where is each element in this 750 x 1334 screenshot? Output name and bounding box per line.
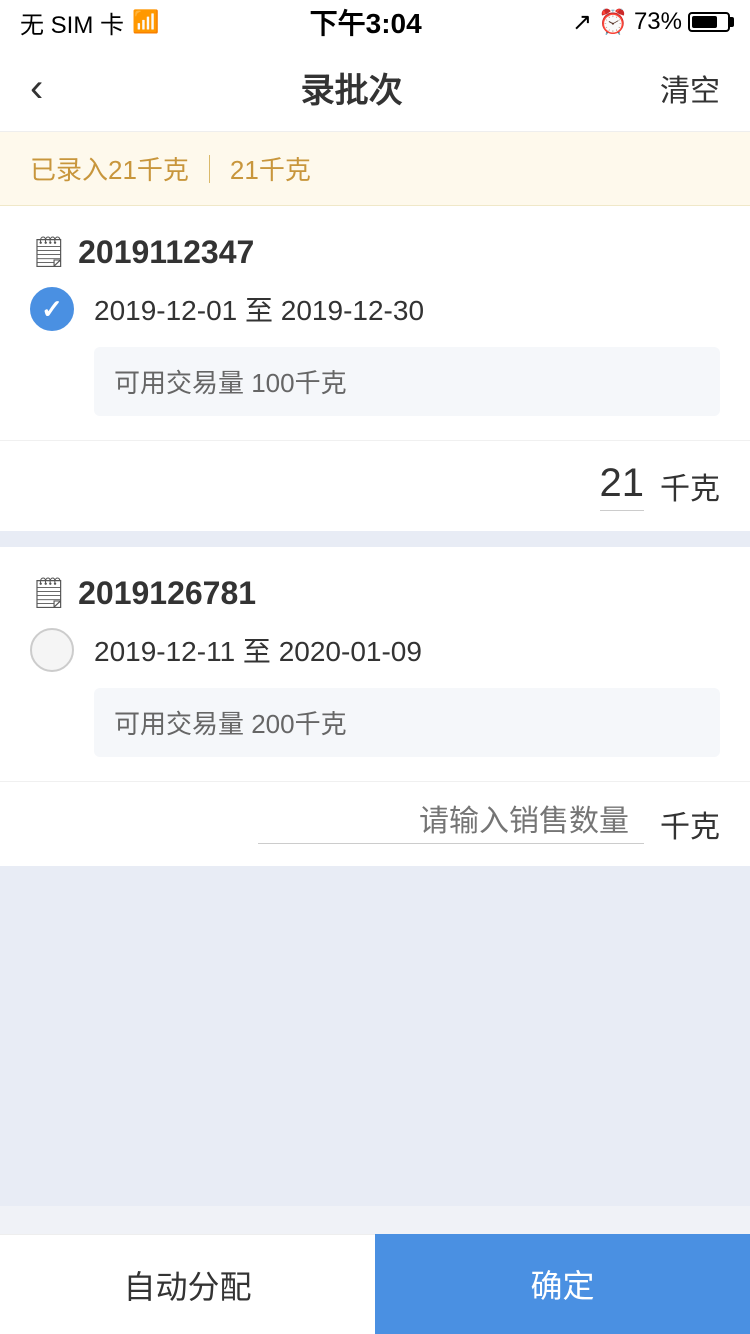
batch-icon-1: 🗒 [30,235,68,270]
batch-id-2: 2019126781 [78,575,256,612]
batch-id-row-1: 🗒 2019112347 [30,234,720,271]
info-banner: 已录入21千克 21千克 [0,132,750,206]
batch-quota-2: 可用交易量 200千克 [114,709,347,739]
amount-unit-1: 千克 [660,464,720,508]
location-icon: ↗ [572,8,592,37]
info-divider [209,155,210,183]
amount-value-1: 21 [600,461,645,505]
sim-label: 无 SIM 卡 [20,5,124,40]
batch-card-2-inner: 🗒 2019126781 2019-12-11 至 2020-01-09 可用交… [0,547,750,781]
status-right: ↗ ⏰ 73% [572,8,730,37]
batch-date-2: 2019-12-11 至 2020-01-09 [94,630,422,670]
radio-2[interactable] [30,628,74,672]
nav-bar: ‹ 录批次 清空 [0,44,750,132]
info-value: 21千克 [230,150,311,187]
batch-card-1: 🗒 2019112347 ✓ 2019-12-01 至 2019-12-30 可… [0,206,750,531]
batch-date-row-2[interactable]: 2019-12-11 至 2020-01-09 [30,628,720,672]
auto-label: 自动分配 [123,1262,251,1308]
battery-percent: 73% [634,8,682,36]
batch-quota-1: 可用交易量 100千克 [114,368,347,398]
confirm-button[interactable]: 确定 [375,1234,750,1334]
status-bar: 无 SIM 卡 📶 下午3:04 ↗ ⏰ 73% [0,0,750,44]
page-title: 录批次 [301,63,403,112]
quantity-input-2[interactable] [258,805,644,839]
confirm-label: 确定 [530,1261,594,1307]
batch-date-row-1[interactable]: ✓ 2019-12-01 至 2019-12-30 [30,287,720,331]
status-time: 下午3:04 [310,2,422,42]
input-row-2: 千克 [0,781,750,866]
status-left: 无 SIM 卡 📶 [20,5,159,40]
bottom-bar: 自动分配 确定 [0,1234,750,1334]
wifi-icon: 📶 [132,9,159,35]
input-underline-2 [258,805,644,844]
amount-underline-1: 21 [600,461,645,511]
alarm-icon: ⏰ [598,8,628,37]
check-icon-1: ✓ [41,296,63,322]
batch-quota-box-2: 可用交易量 200千克 [94,688,720,757]
section-divider [0,531,750,547]
radio-1[interactable]: ✓ [30,287,74,331]
back-button[interactable]: ‹ [30,68,43,108]
batch-card-2: 🗒 2019126781 2019-12-11 至 2020-01-09 可用交… [0,547,750,866]
battery-icon [688,12,730,32]
clear-button[interactable]: 清空 [660,66,720,110]
recorded-label: 已录入21千克 [30,150,189,187]
batch-card-1-inner: 🗒 2019112347 ✓ 2019-12-01 至 2019-12-30 可… [0,206,750,440]
batch-icon-2: 🗒 [30,576,68,611]
battery-fill [692,16,717,28]
amount-row-1: 21 千克 [0,440,750,531]
bottom-bg [0,866,750,1206]
input-unit-2: 千克 [660,802,720,846]
batch-quota-box-1: 可用交易量 100千克 [94,347,720,416]
batch-id-row-2: 🗒 2019126781 [30,575,720,612]
batch-date-1: 2019-12-01 至 2019-12-30 [94,289,424,329]
auto-distribute-button[interactable]: 自动分配 [0,1234,375,1334]
batch-id-1: 2019112347 [78,234,254,271]
